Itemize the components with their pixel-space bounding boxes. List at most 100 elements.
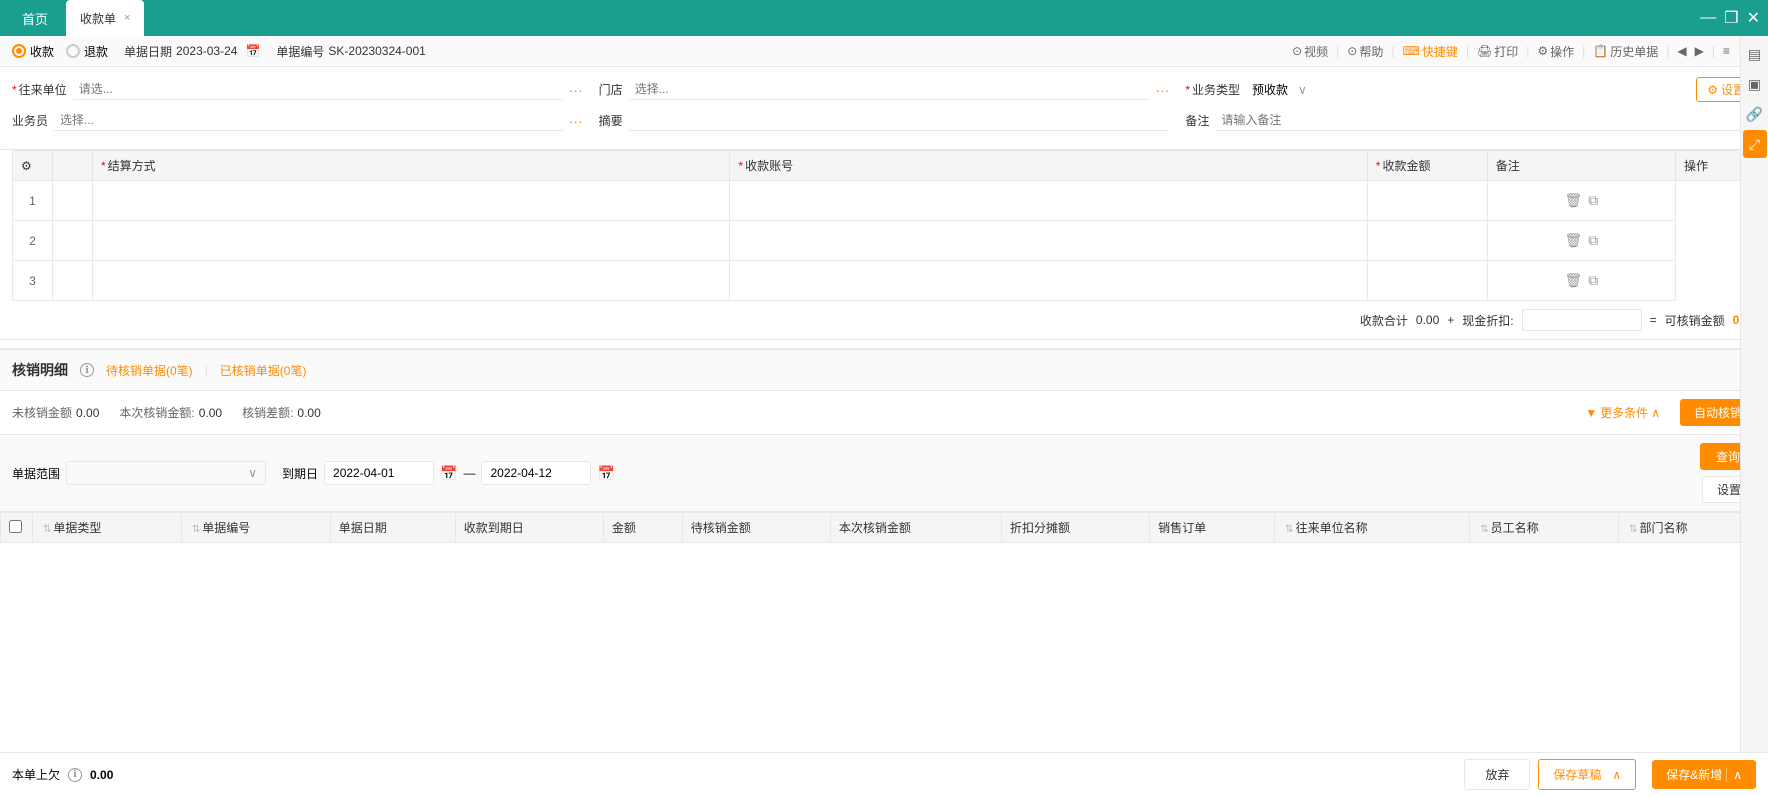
main-content: 收款 退款 单据日期 2023-03-24 📅 单据编号 SK-20230324… xyxy=(0,36,1768,796)
cell-amount-2[interactable] xyxy=(730,221,1367,261)
account-input-2[interactable] xyxy=(93,221,729,260)
shortcut-link[interactable]: ⌨ 快捷键 xyxy=(1402,43,1457,60)
select-all-checkbox[interactable] xyxy=(9,520,22,533)
order-info-icon[interactable]: ℹ xyxy=(68,768,82,782)
save-new-btn[interactable]: 保存&新增 ∧ xyxy=(1652,760,1756,789)
summary-row: 收款合计 0.00 + 现金折扣: = 可核销金额 0.00 xyxy=(0,301,1768,340)
refund-radio[interactable]: 退款 xyxy=(66,43,108,60)
account-input-1[interactable] xyxy=(93,181,729,220)
copy-row-1-icon[interactable]: ⧉ xyxy=(1588,192,1598,209)
date-calendar-icon[interactable]: 📅 xyxy=(245,44,260,58)
cell-action-1: 🗑 ⧉ xyxy=(1487,181,1675,221)
done-tab[interactable]: 已核销单据(0笔) xyxy=(220,362,307,379)
range-select[interactable]: ∨ xyxy=(66,461,266,485)
refund-radio-dot xyxy=(66,44,80,58)
home-tab[interactable]: 首页 xyxy=(8,0,62,36)
note-input[interactable] xyxy=(1215,110,1756,131)
partner-more-btn[interactable]: ··· xyxy=(569,82,583,98)
diff-stat: 核销差额: 0.00 xyxy=(242,404,321,421)
staff-more-btn[interactable]: ··· xyxy=(569,113,583,129)
cell-account-3[interactable] xyxy=(93,261,730,301)
date-from-input[interactable] xyxy=(324,461,434,485)
payment-input-1[interactable] xyxy=(53,181,92,220)
cell-account-1[interactable] xyxy=(93,181,730,221)
note-input-3[interactable] xyxy=(1368,261,1487,300)
biz-type-dropdown-icon[interactable]: ∨ xyxy=(1298,83,1307,97)
list-view-icon[interactable]: ≡ xyxy=(1723,44,1730,58)
payment-method-header: *结算方式 xyxy=(93,151,730,181)
sidebar-expand-icon[interactable]: ⤢ xyxy=(1743,130,1767,158)
summary-input[interactable] xyxy=(629,110,1170,131)
cell-payment-3[interactable] xyxy=(53,261,93,301)
amount-col: 金额 xyxy=(603,513,682,543)
note-input-2[interactable] xyxy=(1368,221,1487,260)
date-to-input[interactable] xyxy=(481,461,591,485)
amount-input-3[interactable] xyxy=(730,261,1366,300)
restore-icon[interactable]: ❐ xyxy=(1724,8,1738,28)
help-link[interactable]: ⊙ 帮助 xyxy=(1347,43,1383,60)
settings-col-header[interactable]: ⚙ xyxy=(13,151,53,181)
current-col: 本次核销金额 xyxy=(830,513,1001,543)
payment-input-2[interactable] xyxy=(53,221,92,260)
nav-prev-icon[interactable]: ◀ xyxy=(1677,44,1686,58)
cell-amount-1[interactable] xyxy=(730,181,1367,221)
minimize-icon[interactable]: — xyxy=(1700,9,1716,27)
save-btn-group: 保存&新增 ∧ xyxy=(1652,760,1756,789)
delete-row-3-icon[interactable]: 🗑 xyxy=(1565,272,1583,289)
cell-account-2[interactable] xyxy=(93,221,730,261)
stats-row: 未核销金额 0.00 本次核销金额: 0.00 核销差额: 0.00 ▼ 更多条… xyxy=(0,391,1768,435)
video-link[interactable]: ⊙ 视频 xyxy=(1292,43,1328,60)
copy-row-3-icon[interactable]: ⧉ xyxy=(1588,272,1598,289)
payment-input-3[interactable] xyxy=(53,261,92,300)
tab-close-icon[interactable]: × xyxy=(124,12,130,24)
amount-input-1[interactable] xyxy=(730,181,1366,220)
store-more-btn[interactable]: ··· xyxy=(1155,82,1169,98)
receipt-radio[interactable]: 收款 xyxy=(12,43,54,60)
delete-row-1-icon[interactable]: 🗑 xyxy=(1565,192,1583,209)
pending-tab[interactable]: 待核销单据(0笔) xyxy=(106,362,193,379)
cell-note-1[interactable] xyxy=(1367,181,1487,221)
table-row: 3 🗑 ⧉ xyxy=(13,261,1756,301)
staff-input[interactable] xyxy=(54,110,563,131)
print-link[interactable]: 🖨 打印 xyxy=(1477,43,1518,60)
range-dropdown-icon[interactable]: ∨ xyxy=(248,466,257,480)
operation-link[interactable]: ⚙ 操作 xyxy=(1537,43,1574,60)
amount-input-2[interactable] xyxy=(730,221,1366,260)
partner-input[interactable] xyxy=(73,79,563,100)
cell-payment-2[interactable] xyxy=(53,221,93,261)
close-icon[interactable]: ✕ xyxy=(1747,8,1760,28)
receipt-table-container: ⚙ *结算方式 *收款账号 *收款金额 备注 操作 xyxy=(0,150,1768,301)
due-col: 收款到期日 xyxy=(455,513,603,543)
sidebar-doc-icon[interactable]: ▣ xyxy=(1743,70,1767,98)
store-input[interactable] xyxy=(629,79,1150,100)
discount-input[interactable] xyxy=(1522,309,1642,331)
date-field: 单据日期 2023-03-24 📅 xyxy=(124,43,260,60)
date-to-calendar-icon[interactable]: 📅 xyxy=(597,465,614,482)
cell-amount-3[interactable] xyxy=(730,261,1367,301)
sidebar-table-icon[interactable]: ▤ xyxy=(1743,40,1767,68)
discard-btn[interactable]: 放弃 xyxy=(1464,759,1530,790)
copy-row-2-icon[interactable]: ⧉ xyxy=(1588,232,1598,249)
cell-note-2[interactable] xyxy=(1367,221,1487,261)
sidebar-link-icon[interactable]: 🔗 xyxy=(1743,100,1767,128)
draft-btn-arrow[interactable]: ∧ xyxy=(1605,768,1621,782)
more-conditions-btn[interactable]: ▼ 更多条件 ∧ xyxy=(1585,404,1660,421)
account-input-3[interactable] xyxy=(93,261,729,300)
table-row: 1 🗑 ⧉ xyxy=(13,181,1756,221)
delete-row-2-icon[interactable]: 🗑 xyxy=(1565,232,1583,249)
cell-note-3[interactable] xyxy=(1367,261,1487,301)
hexiao-info-icon[interactable]: ℹ xyxy=(80,363,94,377)
check-col[interactable] xyxy=(1,513,33,543)
number-col: ⇅单据编号 xyxy=(181,513,330,543)
note-input-1[interactable] xyxy=(1368,181,1487,220)
date-from-calendar-icon[interactable]: 📅 xyxy=(440,465,457,482)
table-header-row: ⚙ *结算方式 *收款账号 *收款金额 备注 操作 xyxy=(13,151,1756,181)
cell-payment-1[interactable] xyxy=(53,181,93,221)
nav-next-icon[interactable]: ▶ xyxy=(1695,44,1704,58)
filter-row: 单据范围 ∨ 到期日 📅 — 📅 查询 设置 xyxy=(0,435,1768,512)
save-btn-arrow[interactable]: ∧ xyxy=(1726,768,1742,782)
receipt-tab[interactable]: 收款单 × xyxy=(66,0,144,36)
hexiao-header: 核销明细 ℹ 待核销单据(0笔) | 已核销单据(0笔) xyxy=(0,350,1768,391)
history-link[interactable]: 📋 历史单据 xyxy=(1593,43,1658,60)
save-draft-btn[interactable]: 保存草稿 ∧ xyxy=(1538,759,1636,790)
